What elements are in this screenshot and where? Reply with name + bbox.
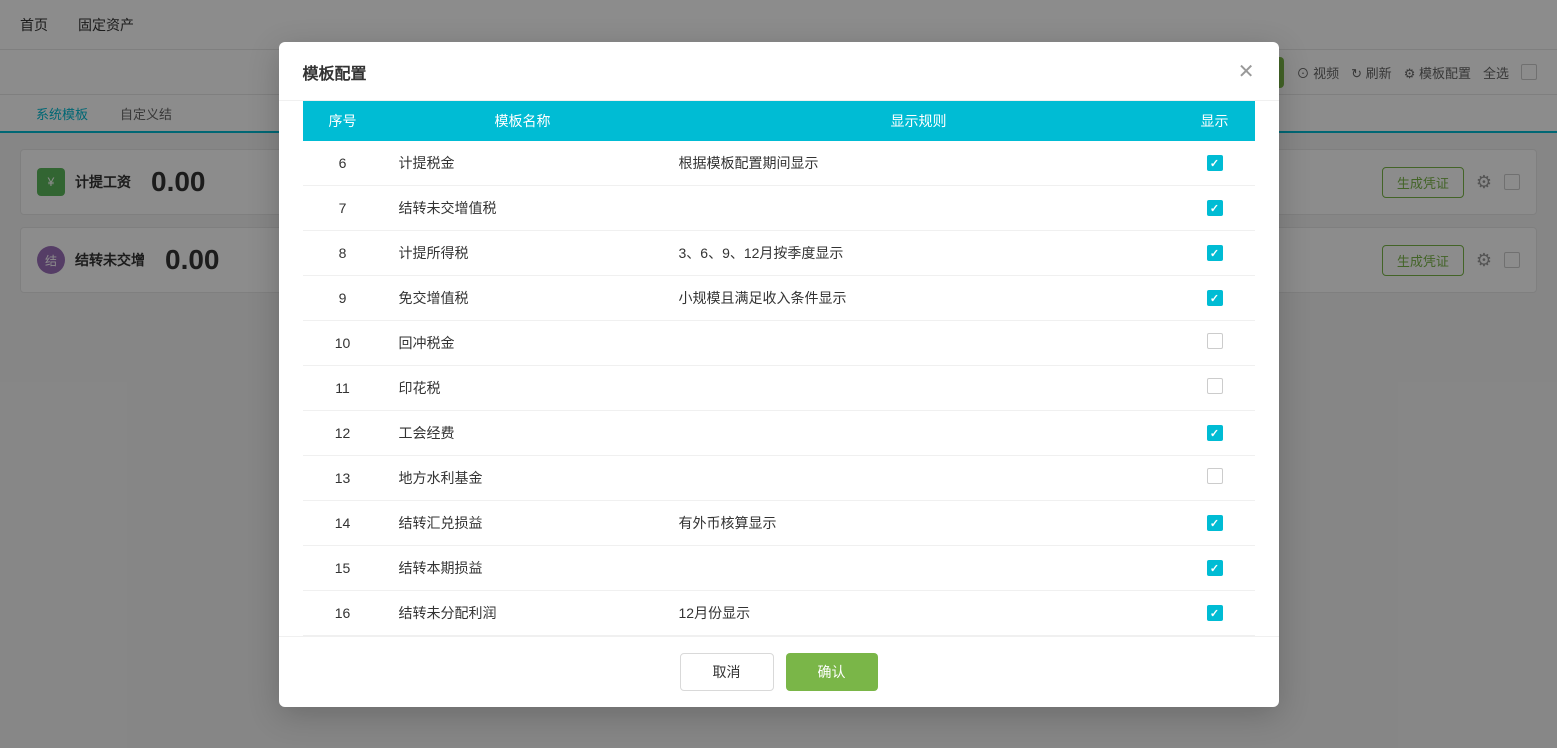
row-id: 14 xyxy=(303,500,383,545)
row-rule xyxy=(663,410,1175,455)
row-rule xyxy=(663,455,1175,500)
row-rule xyxy=(663,545,1175,590)
table-row: 14结转汇兑损益有外币核算显示 xyxy=(303,500,1255,545)
table-row: 8计提所得税3、6、9、12月按季度显示 xyxy=(303,230,1255,275)
row-checkbox[interactable] xyxy=(1207,605,1223,621)
row-checkbox-cell xyxy=(1175,141,1255,186)
row-checkbox[interactable] xyxy=(1207,560,1223,576)
row-checkbox-cell xyxy=(1175,590,1255,635)
cancel-button[interactable]: 取消 xyxy=(680,653,774,691)
table-row: 12工会经费 xyxy=(303,410,1255,455)
modal-title: 模板配置 xyxy=(303,60,367,84)
modal-template-config: 模板配置 ✕ 序号 模板名称 显示规则 显示 6计提税金根据模板配置期间显 xyxy=(279,42,1279,707)
row-checkbox-cell xyxy=(1175,455,1255,500)
table-row: 7结转未交增值税 xyxy=(303,185,1255,230)
row-id: 11 xyxy=(303,365,383,410)
row-id: 16 xyxy=(303,590,383,635)
row-name: 回冲税金 xyxy=(383,320,663,365)
modal-overlay: 模板配置 ✕ 序号 模板名称 显示规则 显示 6计提税金根据模板配置期间显 xyxy=(0,0,1557,748)
row-rule: 根据模板配置期间显示 xyxy=(663,141,1175,186)
row-name: 工会经费 xyxy=(383,410,663,455)
row-id: 12 xyxy=(303,410,383,455)
row-checkbox-cell xyxy=(1175,230,1255,275)
modal-body: 序号 模板名称 显示规则 显示 6计提税金根据模板配置期间显示7结转未交增值税8… xyxy=(279,101,1279,636)
row-checkbox[interactable] xyxy=(1207,290,1223,306)
row-name: 结转汇兑损益 xyxy=(383,500,663,545)
row-checkbox[interactable] xyxy=(1207,155,1223,171)
row-checkbox-cell xyxy=(1175,275,1255,320)
row-id: 15 xyxy=(303,545,383,590)
row-name: 计提税金 xyxy=(383,141,663,186)
row-name: 结转本期损益 xyxy=(383,545,663,590)
row-checkbox-cell xyxy=(1175,320,1255,365)
row-rule: 12月份显示 xyxy=(663,590,1175,635)
config-table: 序号 模板名称 显示规则 显示 6计提税金根据模板配置期间显示7结转未交增值税8… xyxy=(303,101,1255,636)
row-rule: 小规模且满足收入条件显示 xyxy=(663,275,1175,320)
row-checkbox[interactable] xyxy=(1207,515,1223,531)
row-name: 计提所得税 xyxy=(383,230,663,275)
row-checkbox-cell xyxy=(1175,185,1255,230)
row-rule xyxy=(663,185,1175,230)
col-header-display: 显示 xyxy=(1175,101,1255,141)
row-checkbox[interactable] xyxy=(1207,468,1223,484)
row-name: 结转未交增值税 xyxy=(383,185,663,230)
row-checkbox[interactable] xyxy=(1207,378,1223,394)
table-row: 10回冲税金 xyxy=(303,320,1255,365)
row-name: 结转未分配利润 xyxy=(383,590,663,635)
confirm-button[interactable]: 确认 xyxy=(786,653,878,691)
table-row: 6计提税金根据模板配置期间显示 xyxy=(303,141,1255,186)
table-row: 9免交增值税小规模且满足收入条件显示 xyxy=(303,275,1255,320)
row-id: 13 xyxy=(303,455,383,500)
table-row: 13地方水利基金 xyxy=(303,455,1255,500)
row-name: 免交增值税 xyxy=(383,275,663,320)
row-checkbox[interactable] xyxy=(1207,200,1223,216)
row-checkbox[interactable] xyxy=(1207,333,1223,349)
table-row: 16结转未分配利润12月份显示 xyxy=(303,590,1255,635)
row-checkbox-cell xyxy=(1175,410,1255,455)
row-rule: 3、6、9、12月按季度显示 xyxy=(663,230,1175,275)
row-checkbox-cell xyxy=(1175,365,1255,410)
row-rule xyxy=(663,365,1175,410)
row-rule: 有外币核算显示 xyxy=(663,500,1175,545)
row-rule xyxy=(663,320,1175,365)
row-checkbox[interactable] xyxy=(1207,245,1223,261)
row-checkbox-cell xyxy=(1175,545,1255,590)
modal-close-button[interactable]: ✕ xyxy=(1238,62,1255,82)
table-row: 15结转本期损益 xyxy=(303,545,1255,590)
row-id: 10 xyxy=(303,320,383,365)
row-id: 7 xyxy=(303,185,383,230)
col-header-rule: 显示规则 xyxy=(663,101,1175,141)
row-name: 地方水利基金 xyxy=(383,455,663,500)
row-id: 8 xyxy=(303,230,383,275)
col-header-name: 模板名称 xyxy=(383,101,663,141)
row-name: 印花税 xyxy=(383,365,663,410)
table-row: 11印花税 xyxy=(303,365,1255,410)
row-id: 9 xyxy=(303,275,383,320)
row-checkbox[interactable] xyxy=(1207,425,1223,441)
row-checkbox-cell xyxy=(1175,500,1255,545)
row-id: 6 xyxy=(303,141,383,186)
col-header-id: 序号 xyxy=(303,101,383,141)
